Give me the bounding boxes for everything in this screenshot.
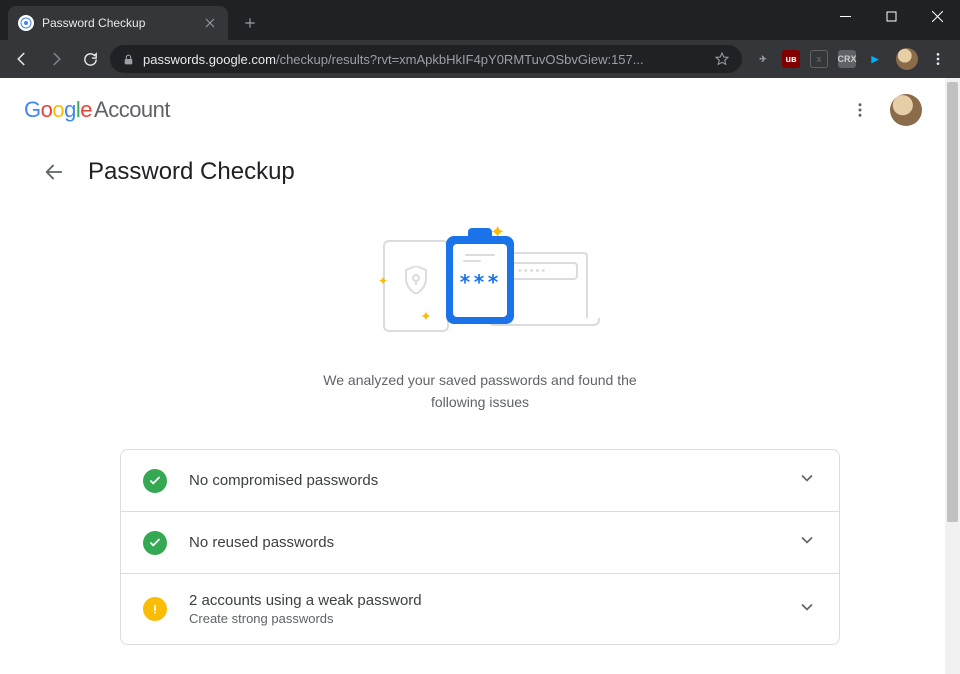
tab-title: Password Checkup (42, 16, 194, 30)
browser-menu-icon[interactable] (924, 51, 952, 67)
nav-back-icon[interactable] (8, 45, 36, 73)
window-minimize-icon[interactable] (822, 0, 868, 32)
tab-favicon (18, 15, 34, 31)
back-arrow-icon[interactable] (42, 160, 66, 184)
result-compromised[interactable]: No compromised passwords (121, 450, 839, 511)
chevron-down-icon (797, 468, 817, 493)
page-title-row: Password Checkup (24, 142, 936, 210)
result-title: No reused passwords (189, 534, 775, 551)
window-controls (822, 0, 960, 32)
hero-summary: We analyzed your saved passwords and fou… (300, 370, 660, 413)
hero-illustration: ✦✦✦ *** (360, 222, 600, 352)
result-title: No compromised passwords (189, 472, 775, 489)
window-maximize-icon[interactable] (868, 0, 914, 32)
google-logo[interactable]: GoogleAccount (24, 97, 170, 123)
chevron-down-icon (797, 530, 817, 555)
result-title: 2 accounts using a weak password (189, 592, 775, 609)
page-viewport: GoogleAccount Password Checkup ✦✦✦ (0, 78, 960, 674)
new-tab-button[interactable] (236, 9, 264, 37)
crx-extension-icon[interactable]: CRX (838, 50, 856, 68)
result-reused[interactable]: No reused passwords (121, 511, 839, 573)
profile-avatar[interactable] (890, 94, 922, 126)
page-header: GoogleAccount (24, 78, 936, 142)
window-close-icon[interactable] (914, 0, 960, 32)
extension-icons: ✈ uʙ x CRX ▶ (748, 50, 890, 68)
check-circle-icon (143, 469, 167, 493)
window-titlebar: Password Checkup (0, 0, 960, 40)
clipboard-icon: *** (446, 236, 514, 324)
browser-tab[interactable]: Password Checkup (8, 6, 228, 40)
tab-close-icon[interactable] (202, 15, 218, 31)
play-extension-icon[interactable]: ▶ (866, 50, 884, 68)
scrollbar[interactable] (945, 78, 960, 674)
address-bar-url: passwords.google.com/checkup/results?rvt… (143, 52, 706, 67)
results-list: No compromised passwords No reused passw… (120, 449, 840, 645)
result-subtitle: Create strong passwords (189, 611, 775, 626)
chevron-down-icon (797, 597, 817, 622)
nav-forward-icon[interactable] (42, 45, 70, 73)
hero-section: ✦✦✦ *** We analyzed your saved passwords… (24, 210, 936, 413)
browser-toolbar: passwords.google.com/checkup/results?rvt… (0, 40, 960, 78)
address-bar[interactable]: passwords.google.com/checkup/results?rvt… (110, 45, 742, 73)
profile-avatar-small[interactable] (896, 48, 918, 70)
pin-extension-icon[interactable]: ✈ (754, 50, 772, 68)
header-more-icon[interactable] (848, 98, 872, 122)
extension-icon-3[interactable]: x (810, 50, 828, 68)
scrollbar-thumb[interactable] (947, 82, 958, 522)
warning-circle-icon (143, 597, 167, 621)
page-title: Password Checkup (88, 158, 295, 186)
bookmark-star-icon[interactable] (714, 51, 730, 67)
result-weak[interactable]: 2 accounts using a weak password Create … (121, 573, 839, 644)
nav-reload-icon[interactable] (76, 45, 104, 73)
lock-icon (122, 53, 135, 66)
check-circle-icon (143, 531, 167, 555)
ublock-extension-icon[interactable]: uʙ (782, 50, 800, 68)
